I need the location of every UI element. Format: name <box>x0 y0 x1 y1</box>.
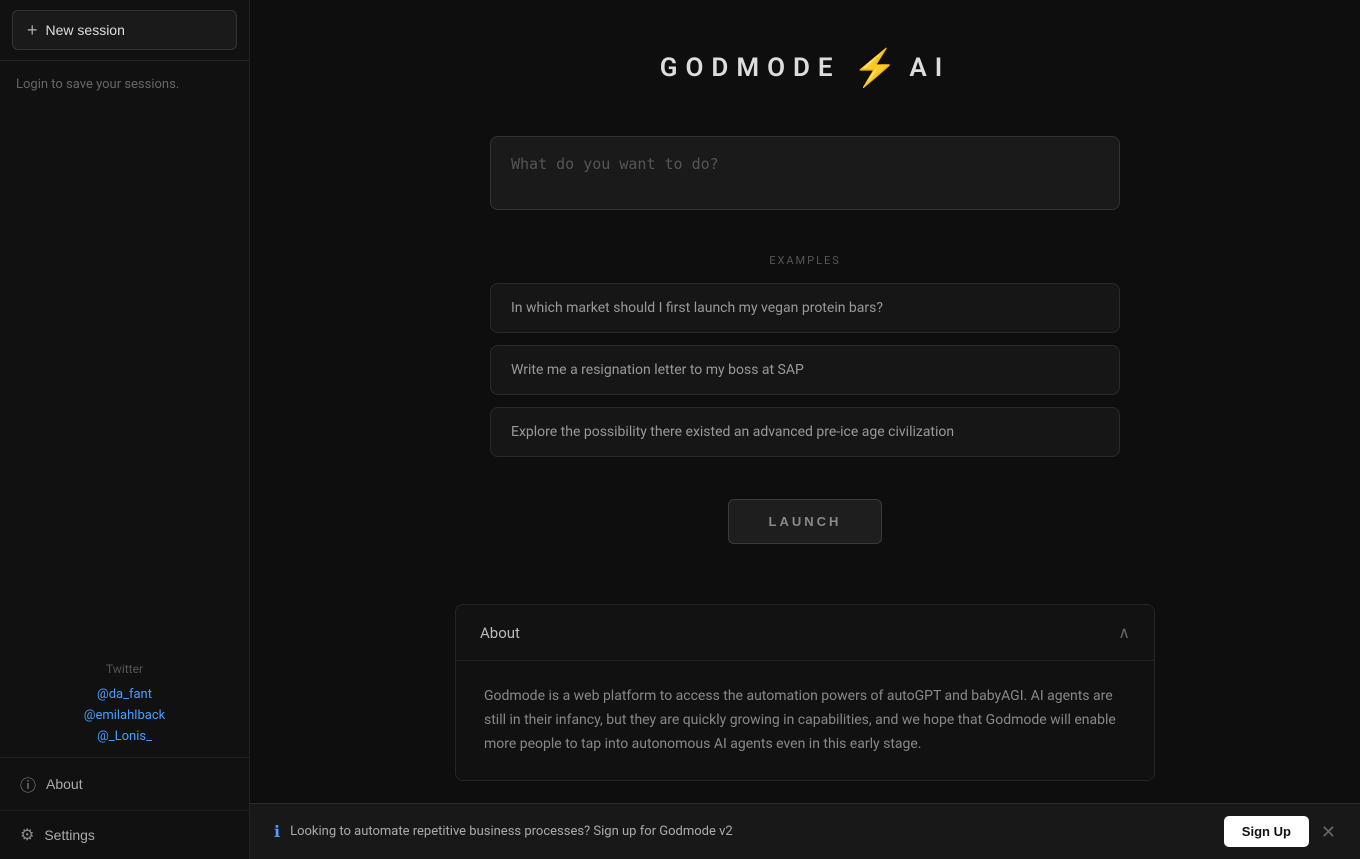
notification-left: ℹ Looking to automate repetitive busines… <box>274 822 733 841</box>
logo-row: GODMODE ⚡ AI <box>660 50 951 86</box>
new-session-button[interactable]: + New session <box>12 10 237 50</box>
new-session-label: New session <box>46 22 125 38</box>
about-label: About <box>46 776 83 792</box>
notification-bar: ℹ Looking to automate repetitive busines… <box>250 803 1360 859</box>
lightning-icon: ⚡ <box>853 50 898 86</box>
chevron-up-icon: ∧ <box>1118 623 1130 642</box>
logo-left-text: GODMODE <box>660 53 841 83</box>
twitter-section: Twitter @da_fant @emilahlback @_Lonis_ <box>0 652 249 757</box>
example-card-0[interactable]: In which market should I first launch my… <box>490 283 1120 333</box>
input-wrapper <box>490 136 1120 214</box>
sign-up-button[interactable]: Sign Up <box>1224 816 1309 847</box>
settings-button[interactable]: ⚙ Settings <box>0 811 249 859</box>
example-card-1[interactable]: Write me a resignation letter to my boss… <box>490 345 1120 395</box>
sidebar-spacer <box>0 108 249 652</box>
examples-section: EXAMPLES In which market should I first … <box>490 254 1120 469</box>
main-inner: GODMODE ⚡ AI EXAMPLES In which market sh… <box>250 0 1360 859</box>
about-header[interactable]: About ∧ <box>456 605 1154 661</box>
sidebar: + New session Login to save your session… <box>0 0 250 859</box>
settings-icon: ⚙ <box>20 825 34 845</box>
notification-right: Sign Up ✕ <box>1224 816 1336 847</box>
about-section: About ∧ Godmode is a web platform to acc… <box>455 604 1155 781</box>
sidebar-bottom: ⓘ About ⚙ Settings <box>0 757 249 859</box>
examples-label: EXAMPLES <box>490 254 1120 267</box>
about-button[interactable]: ⓘ About <box>0 758 249 811</box>
info-icon: ℹ <box>274 822 280 841</box>
about-header-label: About <box>480 624 520 642</box>
main-input[interactable] <box>490 136 1120 210</box>
logo-right-text: AI <box>909 53 950 83</box>
settings-label: Settings <box>44 827 95 843</box>
notification-text: Looking to automate repetitive business … <box>290 824 733 839</box>
about-icon: ⓘ <box>20 772 36 796</box>
plus-icon: + <box>27 21 38 39</box>
example-card-2[interactable]: Explore the possibility there existed an… <box>490 407 1120 457</box>
twitter-link-2[interactable]: @_Lonis_ <box>0 726 249 747</box>
about-text: Godmode is a web platform to access the … <box>484 685 1126 756</box>
about-body: Godmode is a web platform to access the … <box>456 661 1154 780</box>
app-wrapper: + New session Login to save your session… <box>0 0 1360 859</box>
twitter-label: Twitter <box>0 662 249 676</box>
twitter-link-0[interactable]: @da_fant <box>0 684 249 705</box>
launch-button[interactable]: LAUNCH <box>728 499 883 544</box>
main-content: GODMODE ⚡ AI EXAMPLES In which market sh… <box>250 0 1360 859</box>
login-text: Login to save your sessions. <box>0 61 249 108</box>
close-notification-button[interactable]: ✕ <box>1321 823 1336 841</box>
twitter-link-1[interactable]: @emilahlback <box>0 705 249 726</box>
sidebar-top: + New session <box>0 0 249 61</box>
